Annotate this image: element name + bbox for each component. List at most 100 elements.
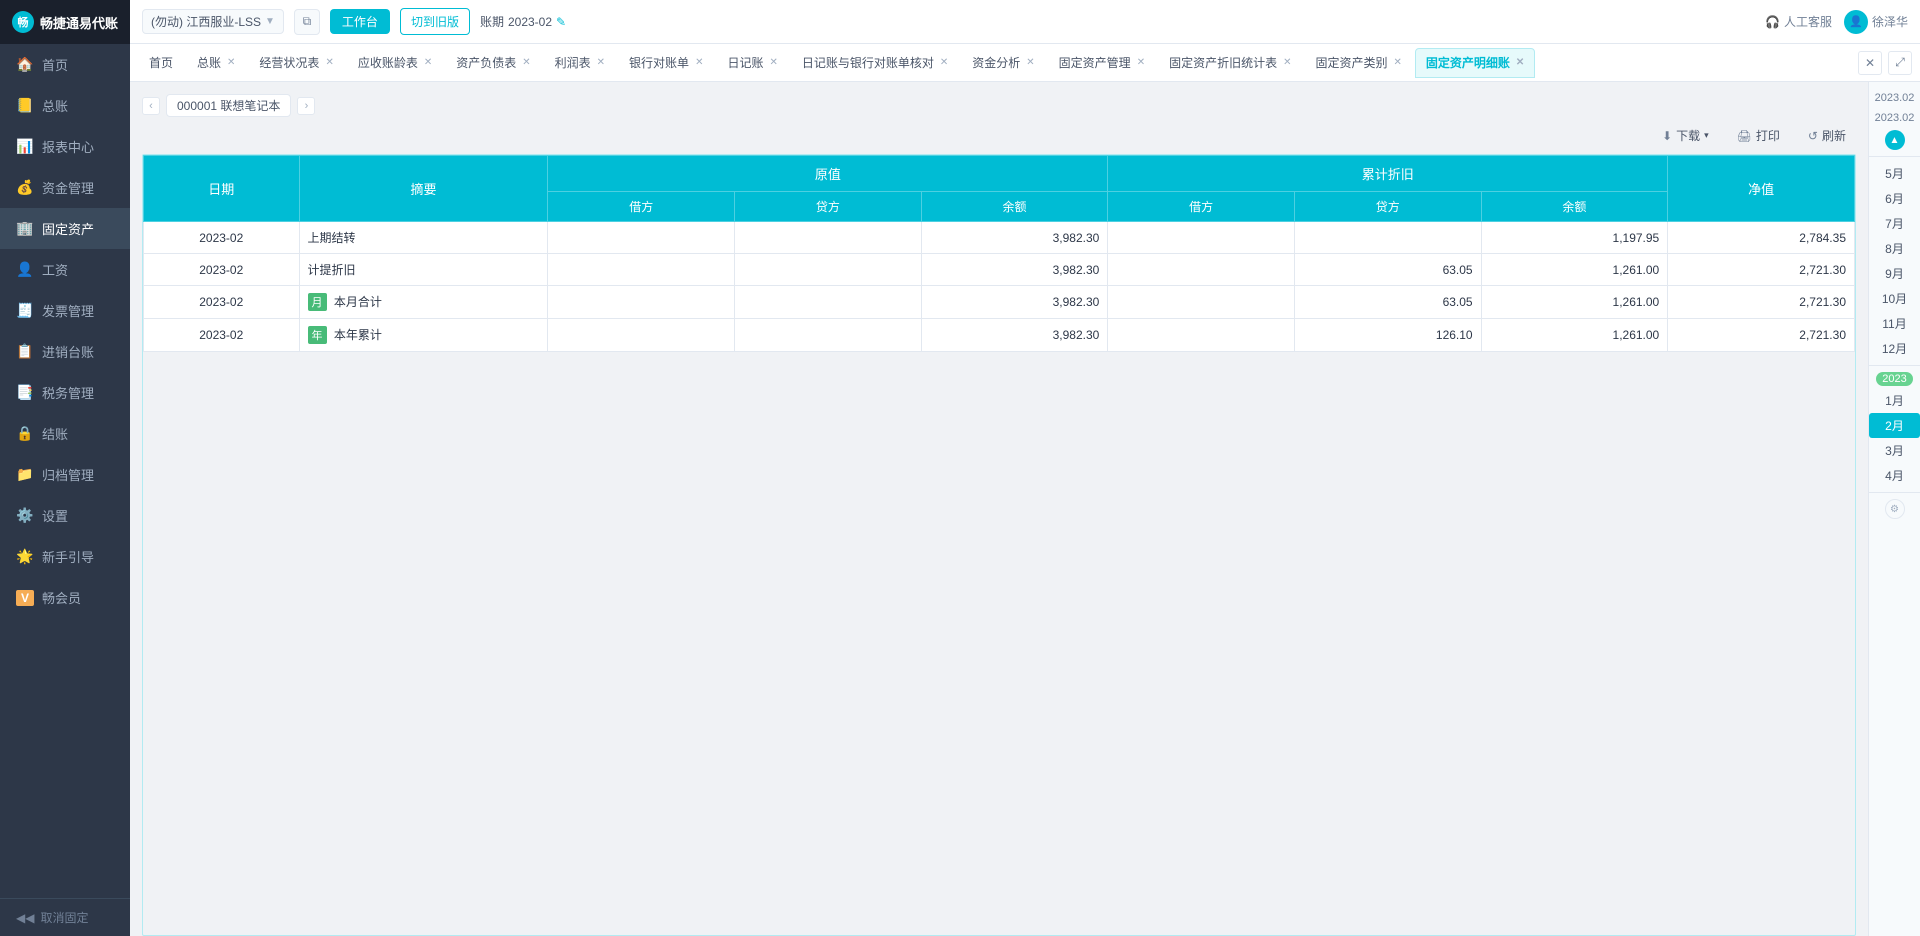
col-orig-debit: 借方 bbox=[548, 192, 735, 222]
sidebar-item-guide[interactable]: 🌟 新手引导 bbox=[0, 536, 130, 577]
company-selector[interactable]: (勿动) 江西服业-LSS ▼ bbox=[142, 9, 284, 34]
tab-close-icon[interactable]: ✕ bbox=[1394, 58, 1402, 68]
switch-old-version-button[interactable]: 切到旧版 bbox=[400, 8, 470, 35]
sidebar-item-label: 进销台账 bbox=[42, 342, 94, 361]
nav-prev-button[interactable]: ‹ bbox=[142, 97, 160, 115]
tab-close-icon[interactable]: ✕ bbox=[227, 58, 235, 68]
refresh-button[interactable]: ↺ 刷新 bbox=[1798, 123, 1856, 148]
sidebar-item-payroll[interactable]: 👤 工资 bbox=[0, 249, 130, 290]
breadcrumb: ‹ 000001 联想笔记本 › bbox=[130, 90, 1868, 123]
table-row: 2023-02 计提折旧 3,982.30 63.05 1,261.00 2,7… bbox=[144, 254, 1855, 286]
sidebar-item-settings[interactable]: ⚙️ 设置 bbox=[0, 495, 130, 536]
right-panel-date-top[interactable]: 2023.02 bbox=[1869, 88, 1920, 108]
row-memo: 月 本月合计 bbox=[299, 286, 548, 319]
tab-fullscreen-button[interactable]: ⤢ bbox=[1888, 51, 1912, 75]
tab-profit[interactable]: 利润表 ✕ bbox=[544, 48, 616, 78]
tab-fixed-asset-depreciation[interactable]: 固定资产折旧统计表 ✕ bbox=[1158, 48, 1302, 78]
sidebar-unpin-button[interactable]: ◀◀ 取消固定 bbox=[0, 898, 130, 936]
tab-operation[interactable]: 经营状况表 ✕ bbox=[248, 48, 344, 78]
tab-close-icon[interactable]: ✕ bbox=[325, 58, 333, 68]
tab-close-icon[interactable]: ✕ bbox=[1137, 58, 1145, 68]
tab-bar: 首页 总账 ✕ 经营状况表 ✕ 应收账龄表 ✕ 资产负债表 ✕ 利润表 ✕ 银行… bbox=[130, 44, 1920, 82]
col-acc-credit: 贷方 bbox=[1294, 192, 1481, 222]
nav-next-button[interactable]: › bbox=[297, 97, 315, 115]
row-orig-debit bbox=[548, 286, 735, 319]
sidebar-item-label: 报表中心 bbox=[42, 137, 94, 156]
col-original-value: 原值 bbox=[548, 156, 1108, 192]
row-orig-debit bbox=[548, 319, 735, 352]
tab-receivable[interactable]: 应收账龄表 ✕ bbox=[347, 48, 443, 78]
sidebar-item-general[interactable]: 📒 总账 bbox=[0, 85, 130, 126]
tab-close-icon[interactable]: ✕ bbox=[597, 58, 605, 68]
copy-button[interactable]: ⧉ bbox=[294, 9, 320, 35]
right-panel-month-11[interactable]: 11月 bbox=[1869, 311, 1920, 336]
col-net-value: 净值 bbox=[1668, 156, 1855, 222]
download-button[interactable]: ⬇ 下载 ▾ bbox=[1652, 123, 1719, 148]
sidebar-item-purchase-sales[interactable]: 📋 进销台账 bbox=[0, 331, 130, 372]
tab-home[interactable]: 首页 bbox=[138, 48, 184, 78]
right-panel-date-top2[interactable]: 2023.02 bbox=[1869, 108, 1920, 128]
guide-icon: 🌟 bbox=[16, 548, 34, 565]
tab-general[interactable]: 总账 ✕ bbox=[186, 48, 246, 78]
tab-close-icon[interactable]: ✕ bbox=[769, 58, 777, 68]
sidebar-item-label: 工资 bbox=[42, 260, 68, 279]
scroll-up-button[interactable]: ▲ bbox=[1885, 130, 1905, 150]
tab-journal-bank[interactable]: 日记账与银行对账单核对 ✕ bbox=[791, 48, 959, 78]
sidebar-item-member[interactable]: V 畅会员 bbox=[0, 577, 130, 618]
sidebar-item-close[interactable]: 🔒 结账 bbox=[0, 413, 130, 454]
sidebar-item-fixed-assets[interactable]: 🏢 固定资产 bbox=[0, 208, 130, 249]
tab-assets-liabilities[interactable]: 资产负债表 ✕ bbox=[445, 48, 541, 78]
settings-circle-button[interactable]: ⚙ bbox=[1885, 499, 1905, 519]
tab-fund-analysis[interactable]: 资金分析 ✕ bbox=[961, 48, 1045, 78]
right-panel-month-1[interactable]: 1月 bbox=[1869, 388, 1920, 413]
right-panel-month-12[interactable]: 12月 bbox=[1869, 336, 1920, 361]
tab-fixed-asset-mgmt[interactable]: 固定资产管理 ✕ bbox=[1048, 48, 1156, 78]
tab-close-icon[interactable]: ✕ bbox=[695, 58, 703, 68]
tab-close-icon[interactable]: ✕ bbox=[1283, 58, 1291, 68]
print-button[interactable]: 🖨 打印 bbox=[1727, 123, 1790, 148]
right-panel-month-9[interactable]: 9月 bbox=[1869, 261, 1920, 286]
tab-close-icon[interactable]: ✕ bbox=[1026, 58, 1034, 68]
toolbar-row: ⬇ 下载 ▾ 🖨 打印 ↺ 刷新 bbox=[130, 123, 1868, 154]
right-panel-divider bbox=[1869, 156, 1920, 157]
close-accounts-icon: 🔒 bbox=[16, 425, 34, 442]
right-panel-month-10[interactable]: 10月 bbox=[1869, 286, 1920, 311]
tab-close-icon[interactable]: ✕ bbox=[522, 58, 530, 68]
tab-close-all-button[interactable]: ✕ bbox=[1858, 51, 1882, 75]
user-profile-button[interactable]: 👤 徐泽华 bbox=[1844, 10, 1908, 34]
copy-icon: ⧉ bbox=[303, 14, 312, 29]
right-panel-month-3[interactable]: 3月 bbox=[1869, 438, 1920, 463]
tab-fixed-asset-detail[interactable]: 固定资产明细账 ✕ bbox=[1415, 48, 1535, 78]
right-panel-month-2[interactable]: 2月 bbox=[1869, 413, 1920, 438]
tab-close-icon[interactable]: ✕ bbox=[940, 58, 948, 68]
period-edit-icon[interactable]: ✎ bbox=[556, 15, 566, 29]
sidebar-item-tax[interactable]: 📑 税务管理 bbox=[0, 372, 130, 413]
sidebar-item-archive[interactable]: 📁 归档管理 bbox=[0, 454, 130, 495]
username: 徐泽华 bbox=[1872, 13, 1908, 30]
sidebar-item-home[interactable]: 🏠 首页 bbox=[0, 44, 130, 85]
right-panel-month-7[interactable]: 7月 bbox=[1869, 211, 1920, 236]
sidebar-item-invoice[interactable]: 🧾 发票管理 bbox=[0, 290, 130, 331]
row-acc-balance: 1,261.00 bbox=[1481, 254, 1668, 286]
tab-label: 固定资产明细账 bbox=[1426, 54, 1510, 71]
tab-close-icon[interactable]: ✕ bbox=[424, 58, 432, 68]
fixed-asset-detail-table: 日期 摘要 原值 累计折旧 净值 借方 贷方 余额 借方 贷方 余额 bbox=[143, 155, 1855, 352]
sidebar-item-label: 资金管理 bbox=[42, 178, 94, 197]
tab-label: 经营状况表 bbox=[259, 54, 319, 71]
work-order-button[interactable]: 工作台 bbox=[330, 9, 390, 34]
sidebar-item-reports[interactable]: 📊 报表中心 bbox=[0, 126, 130, 167]
human-service-button[interactable]: 🎧 人工客服 bbox=[1765, 13, 1832, 30]
tab-fixed-asset-type[interactable]: 固定资产类别 ✕ bbox=[1304, 48, 1412, 78]
right-panel-month-5[interactable]: 5月 bbox=[1869, 161, 1920, 186]
sidebar-item-fund[interactable]: 💰 资金管理 bbox=[0, 167, 130, 208]
tab-label: 固定资产管理 bbox=[1059, 54, 1131, 71]
tab-bank-statement[interactable]: 银行对账单 ✕ bbox=[618, 48, 714, 78]
tab-close-icon[interactable]: ✕ bbox=[1516, 58, 1524, 68]
right-panel-month-8[interactable]: 8月 bbox=[1869, 236, 1920, 261]
right-panel-month-4[interactable]: 4月 bbox=[1869, 463, 1920, 488]
asset-tag: 000001 联想笔记本 bbox=[166, 94, 291, 117]
right-panel-month-6[interactable]: 6月 bbox=[1869, 186, 1920, 211]
tab-journal[interactable]: 日记账 ✕ bbox=[716, 48, 788, 78]
col-orig-balance: 余额 bbox=[921, 192, 1108, 222]
row-acc-debit bbox=[1108, 222, 1295, 254]
